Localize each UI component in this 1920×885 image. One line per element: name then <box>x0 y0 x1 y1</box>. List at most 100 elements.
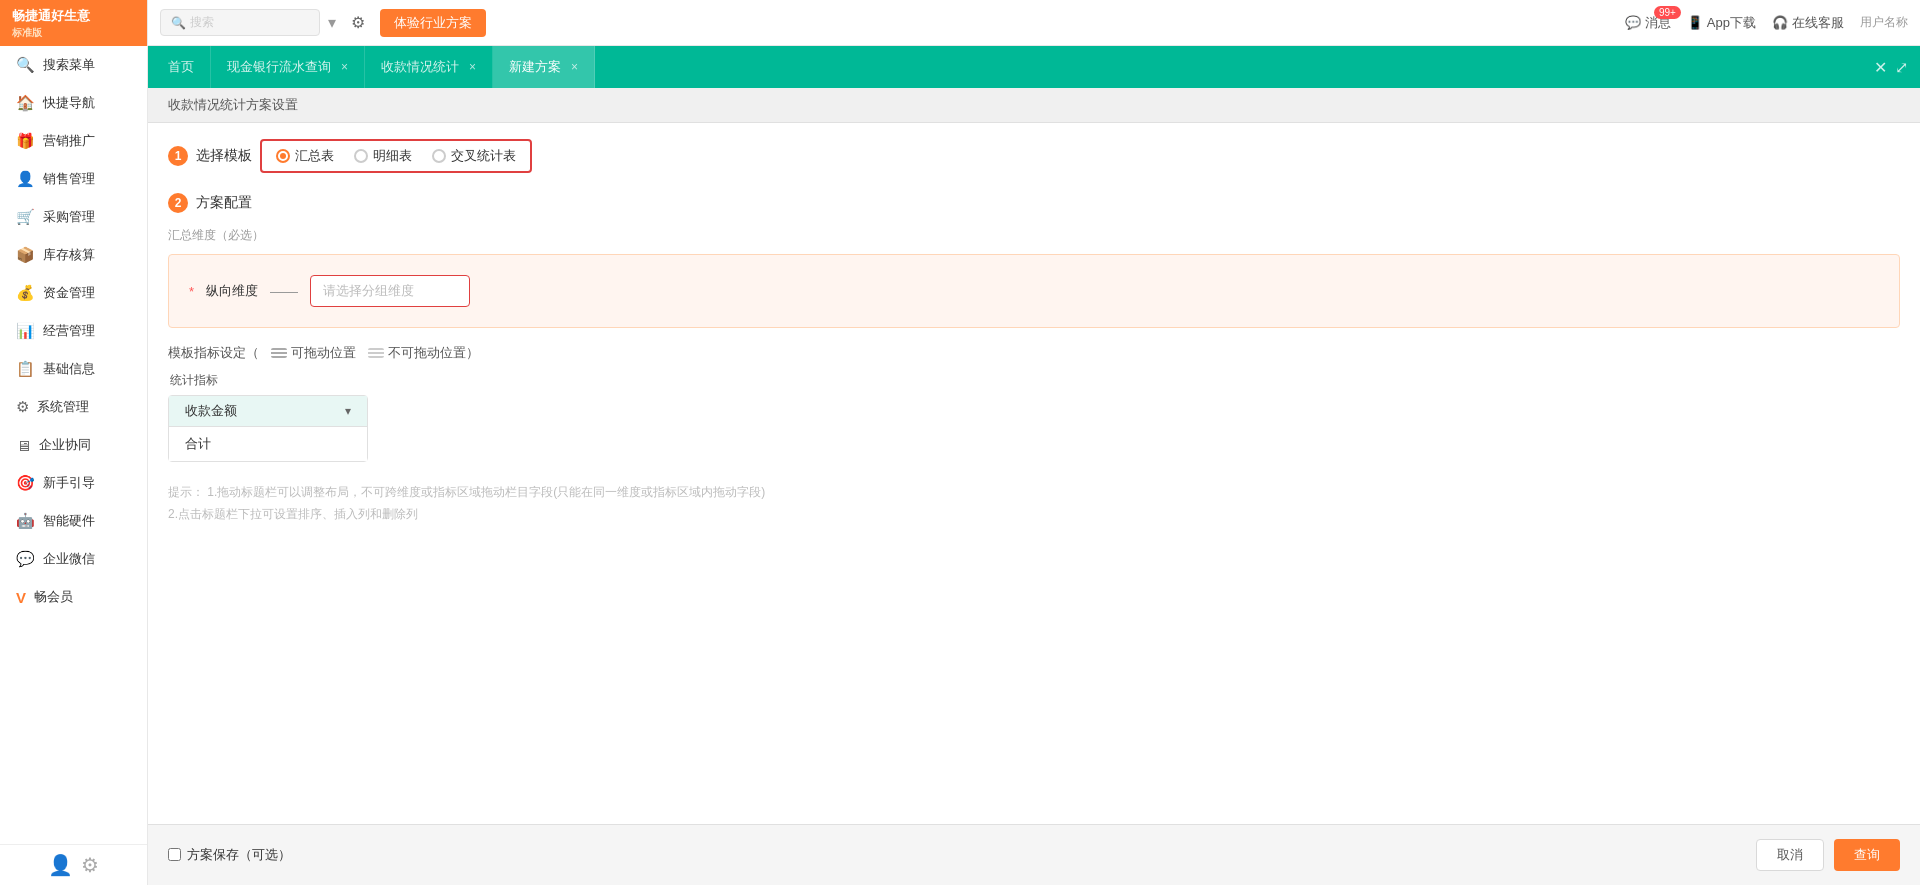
arrow-right-icon: —— <box>270 283 298 299</box>
save-plan-checkbox[interactable]: 方案保存（可选） <box>168 846 291 864</box>
dimension-area: * 纵向维度 —— 请选择分组维度 <box>168 254 1900 328</box>
step1-num: 1 <box>168 146 188 166</box>
box-icon: 📦 <box>16 246 35 264</box>
breadcrumb: 收款情况统计方案设置 <box>148 88 1920 123</box>
target-icon: 🎯 <box>16 474 35 492</box>
message-icon: 💬 <box>1625 15 1641 30</box>
gear-icon: ⚙ <box>16 398 29 416</box>
monitor-icon: 🖥 <box>16 437 31 454</box>
sidebar-item-enterprise[interactable]: 🖥 企业协同 <box>0 426 147 464</box>
badge-count: 99+ <box>1654 6 1681 19</box>
settings-button[interactable]: ⚙ <box>344 9 372 37</box>
content-area: 收款情况统计方案设置 1 选择模板 汇总表 明细表 <box>148 88 1920 885</box>
cart-icon: 🛒 <box>16 208 35 226</box>
search-bar[interactable]: 🔍 搜索 <box>160 9 320 36</box>
step2-num: 2 <box>168 193 188 213</box>
dimension-select[interactable]: 请选择分组维度 <box>310 275 470 307</box>
template-radio-group: 汇总表 明细表 交叉统计表 <box>260 139 532 173</box>
sidebar-item-wechat[interactable]: 💬 企业微信 <box>0 540 147 578</box>
step1-section: 1 选择模板 汇总表 明细表 交叉统计表 <box>168 139 1900 173</box>
tab-cash-query[interactable]: 现金银行流水查询 × <box>211 46 365 88</box>
logo-text: 畅捷通好生意 <box>12 7 90 25</box>
non-draggable-indicator: 不可拖动位置） <box>368 344 479 362</box>
drag-icon <box>271 348 287 358</box>
metrics-section-label: 统计指标 <box>168 372 1900 389</box>
search-icon: 🔍 <box>16 56 35 74</box>
app-logo: 畅捷通好生意 标准版 <box>0 0 147 46</box>
sidebar-item-search[interactable]: 🔍 搜索菜单 <box>0 46 147 84</box>
step2-section: 2 方案配置 汇总维度（必选） * 纵向维度 —— 请选择分组维度 <box>168 193 1900 525</box>
sidebar-item-hardware[interactable]: 🤖 智能硬件 <box>0 502 147 540</box>
home-icon: 🏠 <box>16 94 35 112</box>
tips-section: 提示： 1.拖动标题栏可以调整布局，不可跨维度或指标区域拖动栏目字段(只能在同一… <box>168 482 1900 525</box>
trial-button[interactable]: 体验行业方案 <box>380 9 486 37</box>
step2-header: 2 方案配置 <box>168 193 1900 213</box>
footer-bar: 方案保存（可选） 取消 查询 <box>148 824 1920 884</box>
topbar-right: 💬 消息 99+ 📱 App下载 🎧 在线客服 用户名称 <box>1625 14 1908 32</box>
step1-title: 选择模板 <box>196 147 252 165</box>
tip-2: 2.点击标题栏下拉可设置排序、插入列和删除列 <box>168 504 1900 526</box>
metrics-header: 模板指标设定（ 可拖动位置 不可拖动位置） <box>168 344 1900 362</box>
sidebar-item-member[interactable]: V 畅会员 <box>0 578 147 616</box>
metrics-header-text: 模板指标设定（ <box>168 344 259 362</box>
metrics-col-header[interactable]: 收款金额 ▾ <box>169 396 367 427</box>
gift-icon: 🎁 <box>16 132 35 150</box>
chart-icon: 📊 <box>16 322 35 340</box>
step2-title: 方案配置 <box>196 194 252 212</box>
dropdown-arrow-icon[interactable]: ▾ <box>328 13 336 32</box>
tab-close-payment[interactable]: × <box>469 60 476 74</box>
radio-cross-circle <box>432 149 446 163</box>
draggable-label: 可拖动位置 <box>291 344 356 362</box>
radio-summary[interactable]: 汇总表 <box>276 147 334 165</box>
radio-detail-circle <box>354 149 368 163</box>
sidebar-item-quicknav[interactable]: 🏠 快捷导航 <box>0 84 147 122</box>
metrics-row-total: 合计 <box>169 427 367 461</box>
message-badge[interactable]: 💬 消息 99+ <box>1625 14 1671 32</box>
app-download[interactable]: 📱 App下载 <box>1687 14 1756 32</box>
topbar: 🔍 搜索 ▾ ⚙ 体验行业方案 💬 消息 99+ 📱 App下载 🎧 在线客服 … <box>148 0 1920 46</box>
dimension-config-label: 汇总维度（必选） <box>168 227 1900 244</box>
dimension-row: * 纵向维度 —— 请选择分组维度 <box>189 275 1879 307</box>
clipboard-icon: 📋 <box>16 360 35 378</box>
required-star: * <box>189 284 194 299</box>
sidebar-item-guide[interactable]: 🎯 新手引导 <box>0 464 147 502</box>
metrics-grid-wrapper: 统计指标 收款金额 ▾ 合计 <box>168 372 1900 462</box>
sidebar-avatar[interactable]: 👤 <box>48 853 73 877</box>
sidebar-item-system[interactable]: ⚙ 系统管理 <box>0 388 147 426</box>
sidebar-item-sales[interactable]: 👤 销售管理 <box>0 160 147 198</box>
vertical-dim-label: 纵向维度 <box>206 282 258 300</box>
draggable-indicator: 可拖动位置 <box>271 344 356 362</box>
page-content: 1 选择模板 汇总表 明细表 交叉统计表 <box>148 123 1920 824</box>
chat-icon: 💬 <box>16 550 35 568</box>
metrics-grid: 收款金额 ▾ 合计 <box>168 395 368 462</box>
search-icon-topbar: 🔍 <box>171 16 186 30</box>
online-service[interactable]: 🎧 在线客服 <box>1772 14 1844 32</box>
sidebar-item-purchase[interactable]: 🛒 采购管理 <box>0 198 147 236</box>
sidebar-item-inventory[interactable]: 📦 库存核算 <box>0 236 147 274</box>
tab-close-new[interactable]: × <box>571 60 578 74</box>
tab-home[interactable]: 首页 <box>152 46 211 88</box>
footer-actions: 取消 查询 <box>1756 839 1900 871</box>
sidebar-item-finance[interactable]: 💰 资金管理 <box>0 274 147 312</box>
money-icon: 💰 <box>16 284 35 302</box>
vip-icon: V <box>16 589 26 606</box>
sidebar-settings-icon[interactable]: ⚙ <box>81 853 99 877</box>
cancel-button[interactable]: 取消 <box>1756 839 1824 871</box>
maximize-icon[interactable]: ⤢ <box>1895 58 1908 77</box>
radio-detail[interactable]: 明细表 <box>354 147 412 165</box>
save-checkbox-input[interactable] <box>168 848 181 861</box>
sidebar: 畅捷通好生意 标准版 🔍 搜索菜单 🏠 快捷导航 🎁 营销推广 👤 销售管理 🛒… <box>0 0 148 885</box>
chevron-down-icon[interactable]: ▾ <box>345 404 351 418</box>
close-window-icon[interactable]: ✕ <box>1874 58 1887 77</box>
sidebar-item-operation[interactable]: 📊 经营管理 <box>0 312 147 350</box>
tab-close-cash[interactable]: × <box>341 60 348 74</box>
user-info[interactable]: 用户名称 <box>1860 14 1908 31</box>
radio-cross[interactable]: 交叉统计表 <box>432 147 516 165</box>
sidebar-item-basic-info[interactable]: 📋 基础信息 <box>0 350 147 388</box>
query-button[interactable]: 查询 <box>1834 839 1900 871</box>
sidebar-item-marketing[interactable]: 🎁 营销推广 <box>0 122 147 160</box>
tab-new-plan[interactable]: 新建方案 × <box>493 46 595 88</box>
headset-icon: 🎧 <box>1772 15 1788 30</box>
search-placeholder: 搜索 <box>190 14 214 31</box>
tab-payment-stat[interactable]: 收款情况统计 × <box>365 46 493 88</box>
